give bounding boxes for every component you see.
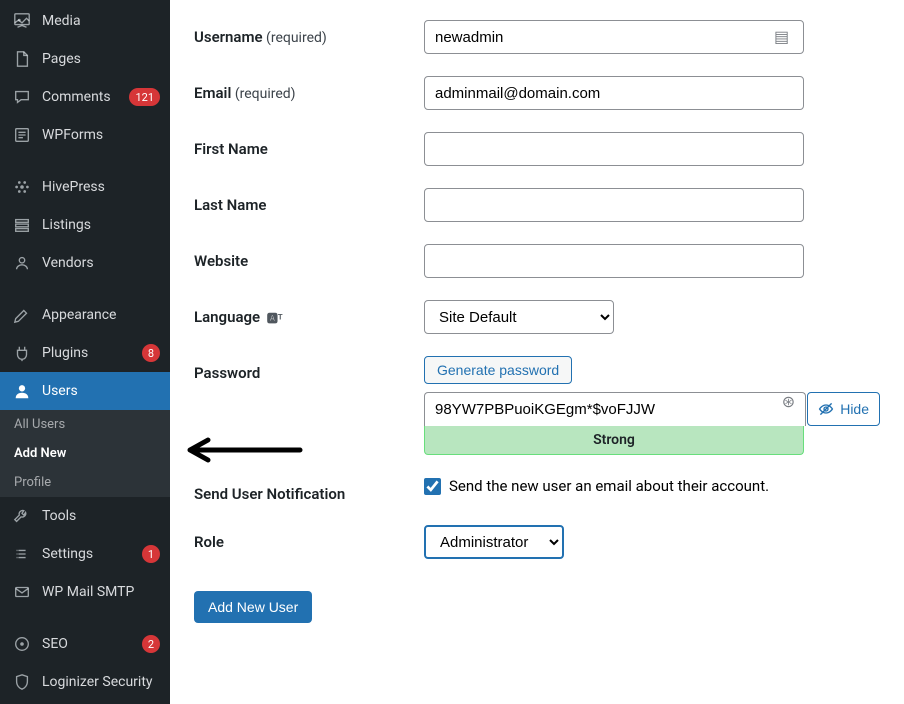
role-select[interactable]: Administrator [424,525,564,559]
sidebar-item-vendors[interactable]: Vendors [0,244,170,282]
send-notification-text: Send the new user an email about their a… [449,477,769,495]
sidebar-item-label: Listings [42,217,160,233]
eye-slash-icon [818,401,834,417]
sidebar-item-media[interactable]: Media [0,2,170,40]
email-label: Email (required) [194,66,424,122]
main-content: Username (required) ▤ Email (required) F… [170,0,904,704]
tools-icon [12,506,32,526]
vendors-icon [12,253,32,273]
role-label: Role [194,515,424,571]
appearance-icon [12,305,32,325]
sidebar-item-label: Media [42,13,160,29]
sidebar-item-label: WP Mail SMTP [42,584,160,600]
notification-label: Send User Notification [194,467,424,515]
comments-count-badge: 121 [129,88,160,106]
sidebar-item-pages[interactable]: Pages [0,40,170,78]
plugins-icon [12,343,32,363]
sidebar-item-settings[interactable]: Settings 1 [0,535,170,573]
submenu-profile[interactable]: Profile [0,468,170,497]
sidebar-item-label: Pages [42,51,160,67]
admin-sidebar: Media Pages Comments 121 WPForms HivePre… [0,0,170,704]
sidebar-item-seo[interactable]: SEO 2 [0,625,170,663]
username-label: Username (required) [194,10,424,66]
sidebar-item-label: Users [42,383,160,399]
hivepress-icon [12,177,32,197]
sidebar-item-wpmailsmtp[interactable]: WP Mail SMTP [0,573,170,611]
settings-icon [12,544,32,564]
language-select[interactable]: Site Default [424,300,614,334]
send-notification-checkbox[interactable] [424,478,441,495]
submenu-all-users[interactable]: All Users [0,410,170,439]
username-input[interactable] [424,20,804,54]
sidebar-item-wpforms[interactable]: WPForms [0,116,170,154]
sidebar-item-comments[interactable]: Comments 121 [0,78,170,116]
sidebar-item-loginizer[interactable]: Loginizer Security [0,663,170,701]
generate-password-button[interactable]: Generate password [424,356,572,384]
users-icon [12,381,32,401]
sidebar-item-users[interactable]: Users [0,372,170,410]
hide-password-button[interactable]: Hide [807,392,880,426]
sidebar-item-label: Tools [42,508,160,524]
sidebar-item-label: Loginizer Security [42,674,160,690]
sidebar-item-label: WPForms [42,127,160,143]
sidebar-item-label: Plugins [42,345,136,361]
send-notification-row[interactable]: Send the new user an email about their a… [424,477,880,495]
mail-icon [12,582,32,602]
sidebar-item-label: Appearance [42,307,160,323]
shield-icon [12,672,32,692]
website-input[interactable] [424,244,804,278]
sidebar-item-listings[interactable]: Listings [0,206,170,244]
sidebar-item-label: HivePress [42,179,160,195]
listings-icon [12,215,32,235]
seo-count-badge: 2 [142,635,160,653]
media-icon [12,11,32,31]
seo-icon [12,634,32,654]
sidebar-item-tools[interactable]: Tools [0,497,170,535]
sidebar-item-appearance[interactable]: Appearance [0,296,170,334]
firstname-label: First Name [194,122,424,178]
sidebar-separator [0,154,170,168]
settings-count-badge: 1 [142,545,160,563]
sidebar-separator [0,611,170,625]
sidebar-item-label: SEO [42,636,136,652]
sidebar-item-label: Vendors [42,255,160,271]
plugins-count-badge: 8 [142,344,160,362]
translate-icon: 🅰ᵀ [267,312,283,325]
firstname-input[interactable] [424,132,804,166]
add-new-user-button[interactable]: Add New User [194,591,312,623]
comments-icon [12,87,32,107]
password-strength-meter: Strong [424,426,804,455]
submenu-add-new[interactable]: Add New [0,439,170,468]
sidebar-item-label: Settings [42,546,136,562]
lastname-label: Last Name [194,178,424,234]
sidebar-separator [0,282,170,296]
sidebar-item-label: Comments [42,89,123,105]
language-label: Language 🅰ᵀ [194,290,424,346]
sidebar-item-plugins[interactable]: Plugins 8 [0,334,170,372]
password-input[interactable] [424,392,806,426]
password-label: Password [194,346,424,467]
website-label: Website [194,234,424,290]
users-submenu: All Users Add New Profile [0,410,170,497]
add-user-form: Username (required) ▤ Email (required) F… [194,10,880,571]
email-input[interactable] [424,76,804,110]
pages-icon [12,49,32,69]
wpforms-icon [12,125,32,145]
lastname-input[interactable] [424,188,804,222]
sidebar-item-hivepress[interactable]: HivePress [0,168,170,206]
